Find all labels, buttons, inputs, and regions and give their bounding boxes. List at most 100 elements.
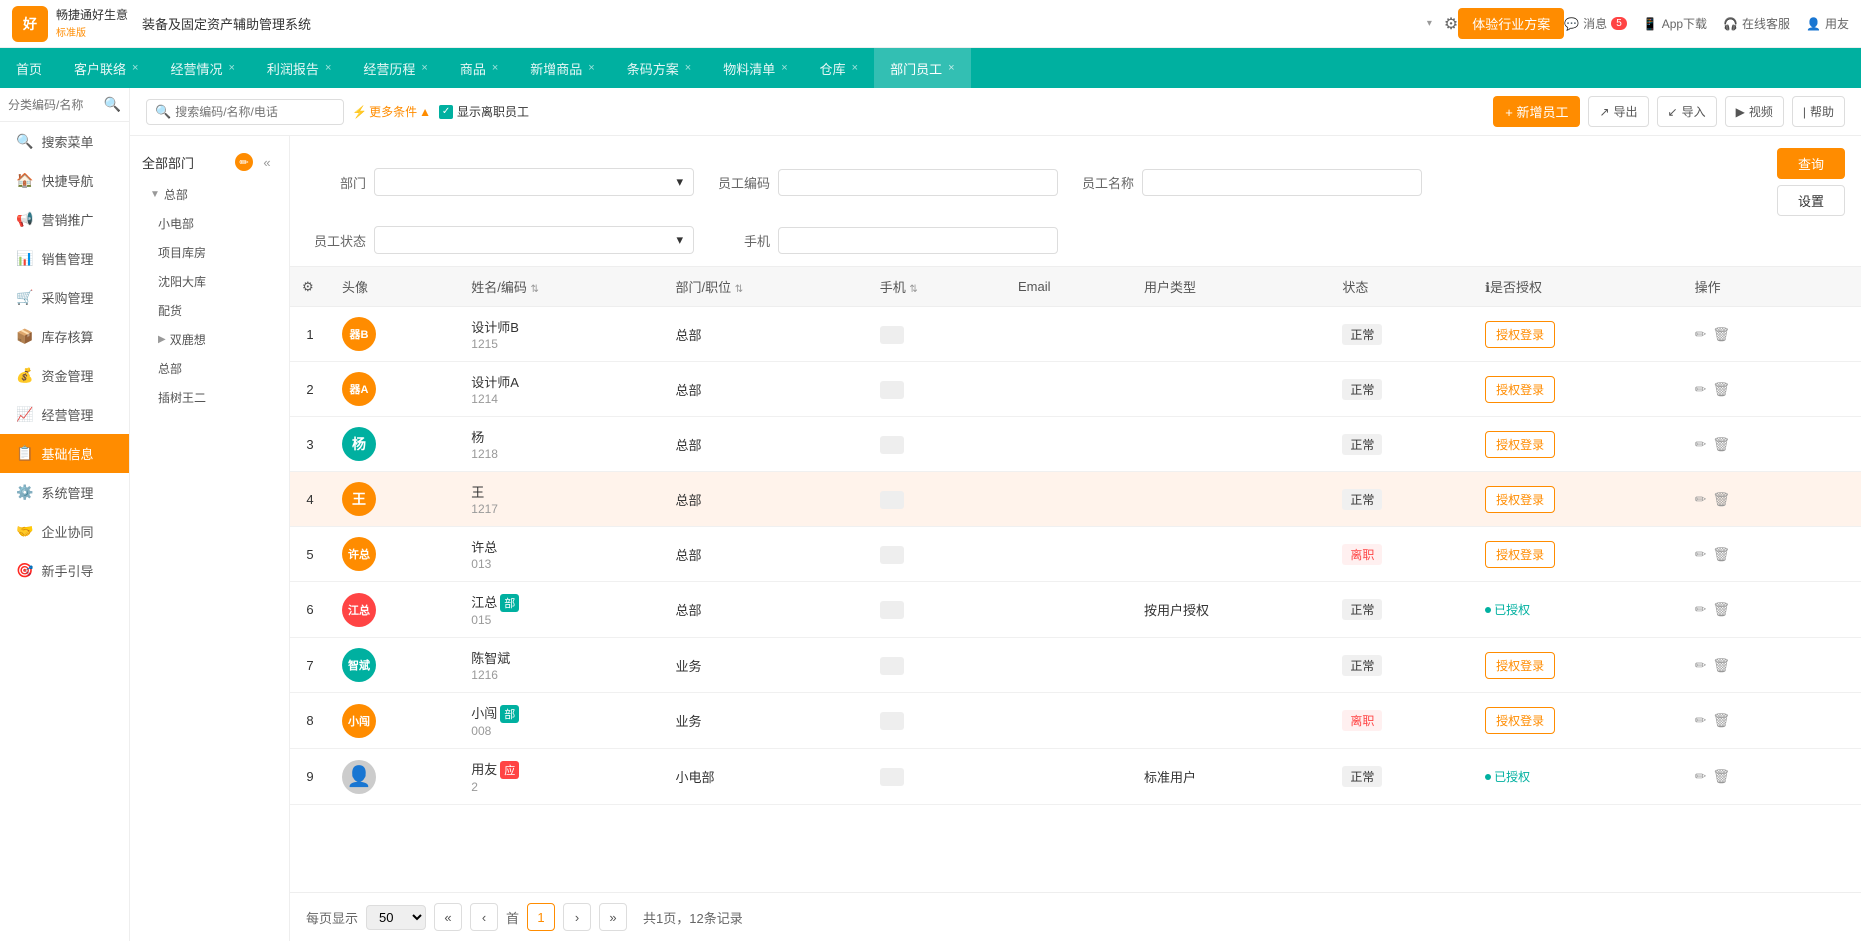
nav-tab-首页[interactable]: 首页 (0, 48, 58, 88)
tab-close-icon[interactable]: × (228, 62, 234, 74)
help-button[interactable]: | 帮助 (1792, 96, 1845, 127)
next-page-button[interactable]: › (563, 903, 591, 931)
query-button[interactable]: 查询 (1777, 148, 1845, 179)
auth-button[interactable]: 授权登录 (1485, 486, 1555, 513)
sidebar-item-basic[interactable]: 📋基础信息 (0, 434, 129, 473)
col-settings[interactable]: ⚙ (290, 267, 330, 307)
settings-icon[interactable]: ⚙ (1444, 14, 1458, 34)
dept-node-双鹿想[interactable]: ▶双鹿想 (130, 325, 289, 354)
user-button[interactable]: 👤 用友 (1806, 15, 1849, 32)
edit-button[interactable]: ✏ (1695, 601, 1707, 618)
dept-node-总部[interactable]: ▼总部 (130, 180, 289, 209)
tab-close-icon[interactable]: × (492, 62, 498, 74)
edit-button[interactable]: ✏ (1695, 657, 1707, 674)
auth-button[interactable]: 授权登录 (1485, 321, 1555, 348)
delete-button[interactable]: 🗑 (1712, 712, 1730, 729)
dept-node-插树王二[interactable]: 插树王二 (130, 383, 289, 412)
delete-button[interactable]: 🗑 (1712, 601, 1730, 618)
tab-close-icon[interactable]: × (588, 62, 594, 74)
col-dept[interactable]: 部门/职位 ⇅ (664, 267, 868, 307)
edit-button[interactable]: ✏ (1695, 768, 1707, 785)
dept-edit-btn[interactable]: ✏ (235, 153, 253, 171)
edit-button[interactable]: ✏ (1695, 491, 1707, 508)
edit-button[interactable]: ✏ (1695, 436, 1707, 453)
delete-button[interactable]: 🗑 (1712, 546, 1730, 563)
employee-search-box[interactable]: 🔍 (146, 99, 344, 125)
current-page[interactable]: 1 (527, 903, 555, 931)
emp-name-input[interactable] (1142, 169, 1422, 196)
dept-node-配货[interactable]: 配货 (130, 296, 289, 325)
phone-filter-input[interactable] (778, 227, 1058, 254)
sidebar-search-input[interactable] (8, 98, 104, 112)
sidebar-item-cooperation[interactable]: 🤝企业协同 (0, 512, 129, 551)
tab-close-icon[interactable]: × (948, 62, 954, 74)
tab-close-icon[interactable]: × (421, 62, 427, 74)
sidebar-item-system[interactable]: ⚙️系统管理 (0, 473, 129, 512)
dept-node-沈阳大库[interactable]: 沈阳大库 (130, 267, 289, 296)
dept-collapse-btn[interactable]: « (257, 152, 277, 172)
delete-button[interactable]: 🗑 (1712, 768, 1730, 785)
sidebar-item-operation[interactable]: 📈经营管理 (0, 395, 129, 434)
show-resigned-checkbox[interactable]: ✓ 显示离职员工 (439, 103, 529, 120)
delete-button[interactable]: 🗑 (1712, 436, 1730, 453)
sidebar-item-quicknav[interactable]: 🏠快捷导航 (0, 161, 129, 200)
auth-button[interactable]: 授权登录 (1485, 652, 1555, 679)
import-button[interactable]: ↙ 导入 (1657, 96, 1717, 127)
message-button[interactable]: 💬 消息 5 (1564, 15, 1627, 32)
nav-tab-部门员工[interactable]: 部门员工× (874, 48, 970, 88)
export-button[interactable]: ↗ 导出 (1588, 96, 1648, 127)
more-filter-button[interactable]: ⚡ 更多条件 ▲ (352, 103, 431, 120)
page-size-select[interactable]: 50 20 100 (366, 905, 426, 930)
auth-button[interactable]: 授权登录 (1485, 431, 1555, 458)
col-phone[interactable]: 手机 ⇅ (868, 267, 1006, 307)
emp-status-select[interactable]: ▾ (374, 226, 694, 254)
nav-tab-商品[interactable]: 商品× (444, 48, 514, 88)
last-page-button[interactable]: » (599, 903, 627, 931)
edit-button[interactable]: ✏ (1695, 381, 1707, 398)
tab-close-icon[interactable]: × (852, 62, 858, 74)
nav-tab-客户联络[interactable]: 客户联络× (58, 48, 154, 88)
nav-tab-仓库[interactable]: 仓库× (804, 48, 874, 88)
app-download-button[interactable]: 📱 App下载 (1643, 15, 1707, 32)
delete-button[interactable]: 🗑 (1712, 381, 1730, 398)
view-button[interactable]: ▶ 视频 (1725, 96, 1784, 127)
sidebar-item-marketing[interactable]: 📢营销推广 (0, 200, 129, 239)
nav-tab-物料清单[interactable]: 物料清单× (707, 48, 803, 88)
sidebar-item-finance[interactable]: 💰资金管理 (0, 356, 129, 395)
sidebar-item-guide[interactable]: 🎯新手引导 (0, 551, 129, 590)
edit-button[interactable]: ✏ (1695, 712, 1707, 729)
sidebar-item-sales[interactable]: 📊销售管理 (0, 239, 129, 278)
dept-node-项目库房[interactable]: 项目库房 (130, 238, 289, 267)
experience-button[interactable]: 体验行业方案 (1458, 8, 1564, 39)
sidebar-search-box[interactable]: 🔍 (0, 88, 129, 122)
delete-button[interactable]: 🗑 (1712, 491, 1730, 508)
dept-node-小电部[interactable]: 小电部 (130, 209, 289, 238)
first-page-button[interactable]: « (434, 903, 462, 931)
nav-tab-新增商品[interactable]: 新增商品× (514, 48, 610, 88)
system-dropdown-icon[interactable]: ▾ (1427, 18, 1432, 29)
edit-button[interactable]: ✏ (1695, 546, 1707, 563)
online-service-button[interactable]: 🎧 在线客服 (1723, 15, 1790, 32)
sidebar-item-search[interactable]: 🔍搜索菜单 (0, 122, 129, 161)
emp-code-input[interactable] (778, 169, 1058, 196)
prev-page-button[interactable]: ‹ (470, 903, 498, 931)
nav-tab-利润报告[interactable]: 利润报告× (251, 48, 347, 88)
nav-tab-经营情况[interactable]: 经营情况× (154, 48, 250, 88)
delete-button[interactable]: 🗑 (1712, 326, 1730, 343)
nav-tab-条码方案[interactable]: 条码方案× (611, 48, 707, 88)
dept-filter-select[interactable]: ▾ (374, 168, 694, 196)
col-name[interactable]: 姓名/编码 ⇅ (459, 267, 663, 307)
nav-tab-经营历程[interactable]: 经营历程× (347, 48, 443, 88)
auth-button[interactable]: 授权登录 (1485, 376, 1555, 403)
dept-node-总部[interactable]: 总部 (130, 354, 289, 383)
tab-close-icon[interactable]: × (325, 62, 331, 74)
tab-close-icon[interactable]: × (781, 62, 787, 74)
tab-close-icon[interactable]: × (685, 62, 691, 74)
employee-search-input[interactable] (175, 105, 335, 119)
reset-button[interactable]: 设置 (1777, 185, 1845, 216)
auth-button[interactable]: 授权登录 (1485, 541, 1555, 568)
sidebar-item-purchase[interactable]: 🛒采购管理 (0, 278, 129, 317)
auth-button[interactable]: 授权登录 (1485, 707, 1555, 734)
tab-close-icon[interactable]: × (132, 62, 138, 74)
delete-button[interactable]: 🗑 (1712, 657, 1730, 674)
